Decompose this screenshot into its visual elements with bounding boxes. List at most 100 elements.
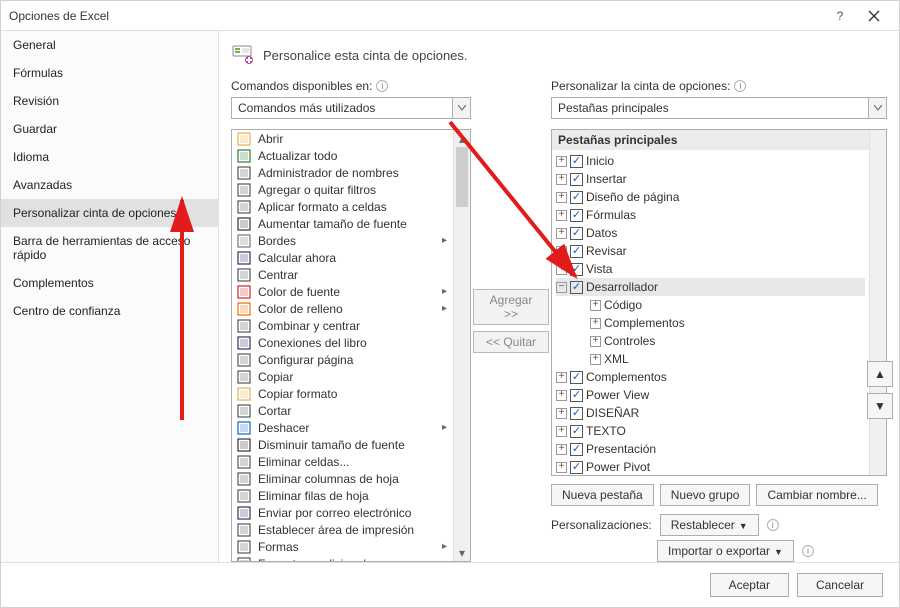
- new-tab-button[interactable]: Nueva pestaña: [551, 484, 654, 506]
- collapse-icon[interactable]: −: [556, 282, 567, 293]
- close-button[interactable]: [857, 5, 891, 27]
- command-item[interactable]: Color de fuente▸: [232, 283, 453, 300]
- move-down-button[interactable]: ▼: [867, 393, 893, 419]
- tab-checkbox[interactable]: [570, 263, 583, 276]
- command-item[interactable]: Calcular ahora: [232, 249, 453, 266]
- new-group-button[interactable]: Nuevo grupo: [660, 484, 751, 506]
- expand-icon[interactable]: +: [556, 408, 567, 419]
- help-button[interactable]: ?: [823, 5, 857, 27]
- expand-icon[interactable]: +: [556, 174, 567, 185]
- info-icon[interactable]: i: [376, 80, 388, 92]
- command-item[interactable]: Formato condicional▸: [232, 555, 453, 561]
- tab-checkbox[interactable]: [570, 191, 583, 204]
- info-icon[interactable]: i: [802, 545, 814, 557]
- expand-icon[interactable]: +: [556, 462, 567, 473]
- tree-tab-row[interactable]: +TEXTO: [556, 422, 865, 440]
- expand-icon[interactable]: +: [556, 246, 567, 257]
- expand-icon[interactable]: +: [556, 372, 567, 383]
- tree-tab-row[interactable]: +Fórmulas: [556, 206, 865, 224]
- command-item[interactable]: Actualizar todo: [232, 147, 453, 164]
- command-item[interactable]: Formas▸: [232, 538, 453, 555]
- info-icon[interactable]: i: [767, 519, 779, 531]
- command-item[interactable]: Configurar página: [232, 351, 453, 368]
- command-item[interactable]: Copiar: [232, 368, 453, 385]
- expand-icon[interactable]: +: [556, 264, 567, 275]
- sidebar-item[interactable]: Personalizar cinta de opciones: [1, 199, 218, 227]
- tab-checkbox[interactable]: [570, 389, 583, 402]
- command-item[interactable]: Aumentar tamaño de fuente: [232, 215, 453, 232]
- command-item[interactable]: Centrar: [232, 266, 453, 283]
- command-item[interactable]: Enviar por correo electrónico: [232, 504, 453, 521]
- expand-icon[interactable]: +: [590, 336, 601, 347]
- tab-checkbox[interactable]: [570, 155, 583, 168]
- expand-icon[interactable]: +: [556, 444, 567, 455]
- expand-icon[interactable]: +: [590, 318, 601, 329]
- sidebar-item[interactable]: Guardar: [1, 115, 218, 143]
- reset-button[interactable]: Restablecer▼: [660, 514, 759, 536]
- tab-checkbox[interactable]: [570, 407, 583, 420]
- tree-tab-row[interactable]: +Vista: [556, 260, 865, 278]
- command-item[interactable]: Administrador de nombres: [232, 164, 453, 181]
- scroll-down-icon[interactable]: ▾: [454, 544, 470, 561]
- remove-button[interactable]: << Quitar: [473, 331, 549, 353]
- ok-button[interactable]: Aceptar: [710, 573, 789, 597]
- command-item[interactable]: Cortar: [232, 402, 453, 419]
- sidebar-item[interactable]: Idioma: [1, 143, 218, 171]
- command-item[interactable]: Abrir: [232, 130, 453, 147]
- command-item[interactable]: Conexiones del libro: [232, 334, 453, 351]
- ribbon-tree[interactable]: Pestañas principales +Inicio+Insertar+Di…: [551, 129, 887, 476]
- tab-checkbox[interactable]: [570, 371, 583, 384]
- tab-checkbox[interactable]: [570, 209, 583, 222]
- tree-tab-row[interactable]: −Desarrollador: [556, 278, 865, 296]
- scroll-thumb[interactable]: [456, 147, 468, 207]
- sidebar-item[interactable]: Complementos: [1, 269, 218, 297]
- command-item[interactable]: Eliminar celdas...: [232, 453, 453, 470]
- add-button[interactable]: Agregar >>: [473, 289, 549, 325]
- expand-icon[interactable]: +: [556, 156, 567, 167]
- expand-icon[interactable]: +: [556, 228, 567, 239]
- expand-icon[interactable]: +: [590, 300, 601, 311]
- rename-button[interactable]: Cambiar nombre...: [756, 484, 877, 506]
- tree-group-row[interactable]: +Código: [590, 296, 865, 314]
- tree-tab-row[interactable]: +Insertar: [556, 170, 865, 188]
- command-item[interactable]: Deshacer▸: [232, 419, 453, 436]
- expand-icon[interactable]: +: [556, 210, 567, 221]
- scroll-up-icon[interactable]: ▴: [454, 130, 470, 147]
- command-item[interactable]: Copiar formato: [232, 385, 453, 402]
- command-item[interactable]: Bordes▸: [232, 232, 453, 249]
- sidebar-item[interactable]: Revisión: [1, 87, 218, 115]
- commands-from-combo[interactable]: Comandos más utilizados: [231, 97, 471, 119]
- command-item[interactable]: Aplicar formato a celdas: [232, 198, 453, 215]
- move-up-button[interactable]: ▲: [867, 361, 893, 387]
- ribbon-scope-combo[interactable]: Pestañas principales: [551, 97, 887, 119]
- sidebar-item[interactable]: Barra de herramientas de acceso rápido: [1, 227, 218, 269]
- tree-tab-row[interactable]: +Power View: [556, 386, 865, 404]
- expand-icon[interactable]: +: [590, 354, 601, 365]
- sidebar-item[interactable]: General: [1, 31, 218, 59]
- sidebar-item[interactable]: Avanzadas: [1, 171, 218, 199]
- tree-tab-row[interactable]: +Presentación: [556, 440, 865, 458]
- tab-checkbox[interactable]: [570, 245, 583, 258]
- command-item[interactable]: Agregar o quitar filtros: [232, 181, 453, 198]
- tree-tab-row[interactable]: +DISEÑAR: [556, 404, 865, 422]
- tree-group-row[interactable]: +XML: [590, 350, 865, 368]
- expand-icon[interactable]: +: [556, 192, 567, 203]
- tab-checkbox[interactable]: [570, 173, 583, 186]
- tab-checkbox[interactable]: [570, 281, 583, 294]
- scrollbar[interactable]: ▴ ▾: [453, 130, 470, 561]
- command-item[interactable]: Color de relleno▸: [232, 300, 453, 317]
- command-item[interactable]: Disminuir tamaño de fuente: [232, 436, 453, 453]
- tree-tab-row[interactable]: +Power Pivot: [556, 458, 865, 475]
- command-item[interactable]: Eliminar columnas de hoja: [232, 470, 453, 487]
- tab-checkbox[interactable]: [570, 443, 583, 456]
- sidebar-item[interactable]: Fórmulas: [1, 59, 218, 87]
- expand-icon[interactable]: +: [556, 426, 567, 437]
- sidebar-item[interactable]: Centro de confianza: [1, 297, 218, 325]
- tab-checkbox[interactable]: [570, 227, 583, 240]
- command-item[interactable]: Combinar y centrar: [232, 317, 453, 334]
- tree-tab-row[interactable]: +Diseño de página: [556, 188, 865, 206]
- expand-icon[interactable]: +: [556, 390, 567, 401]
- cancel-button[interactable]: Cancelar: [797, 573, 883, 597]
- tab-checkbox[interactable]: [570, 425, 583, 438]
- tree-tab-row[interactable]: +Inicio: [556, 152, 865, 170]
